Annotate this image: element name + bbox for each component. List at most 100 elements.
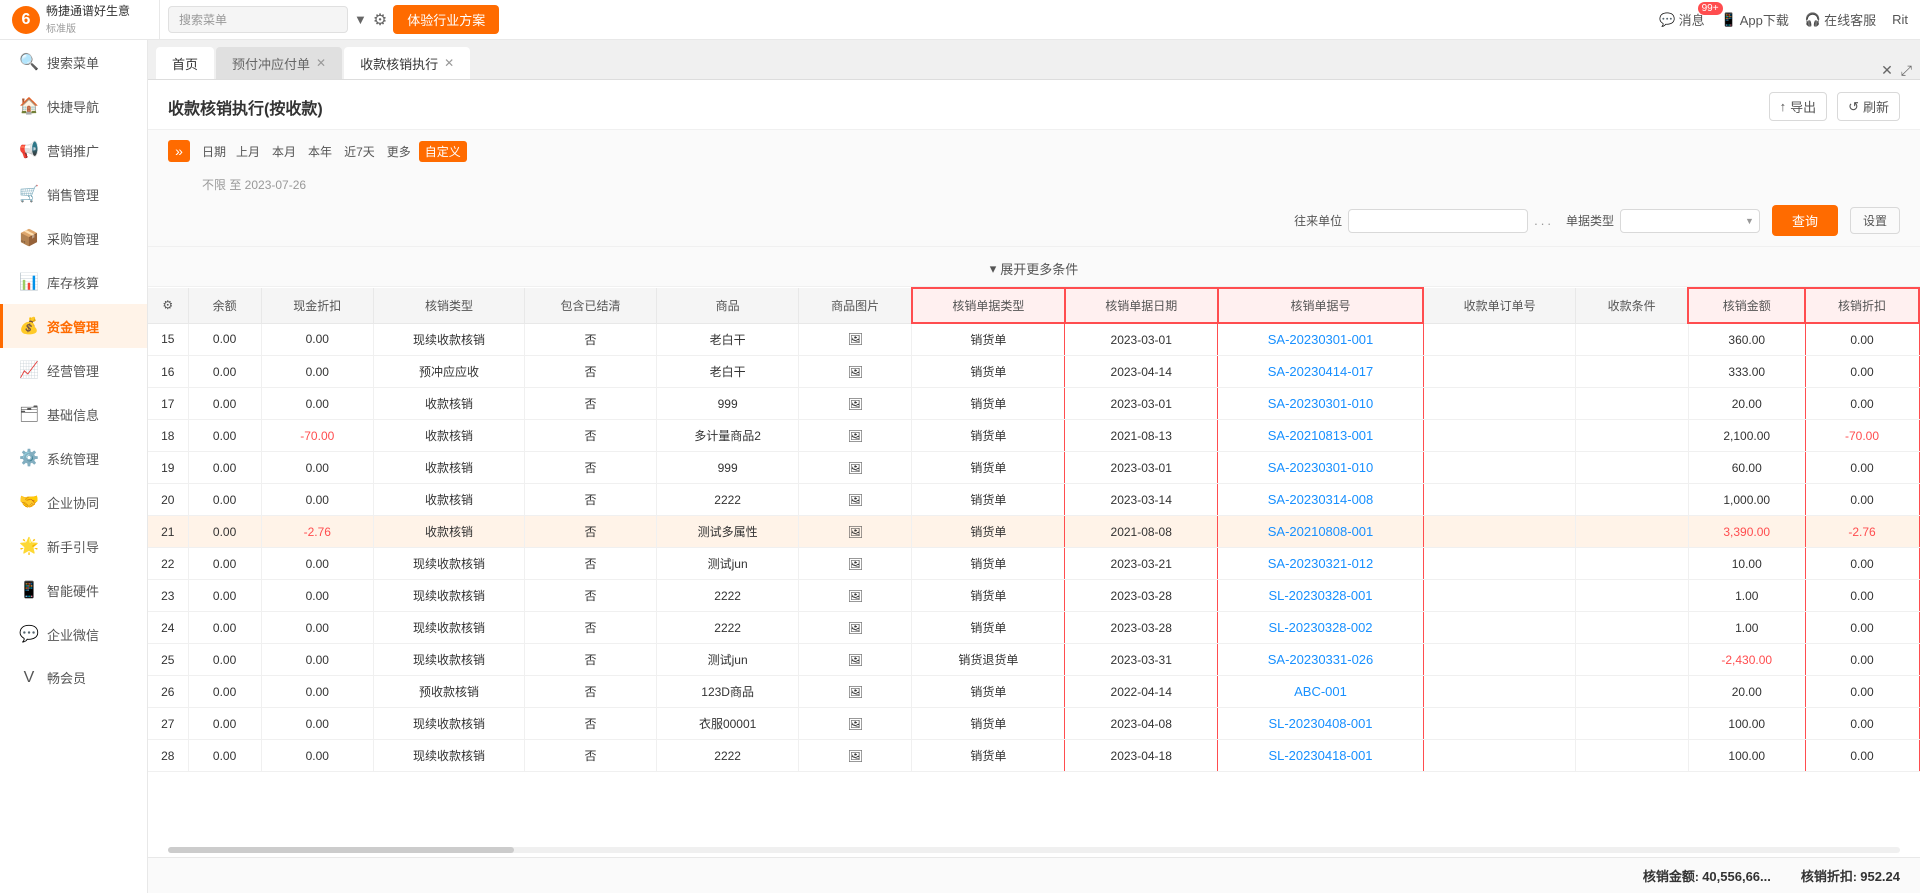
horizontal-scrollbar[interactable]: [168, 847, 1900, 853]
tab-verify[interactable]: 收款核销执行 ✕: [344, 47, 470, 79]
td-bill-no[interactable]: SA-20230301-010: [1218, 452, 1424, 484]
td-bill-no[interactable]: SA-20230321-012: [1218, 548, 1424, 580]
tab-bar: 首页 预付冲应付单 ✕ 收款核销执行 ✕ ✕ ⤢: [148, 40, 1920, 80]
td-balance: 0.00: [188, 708, 261, 740]
online-service-btn[interactable]: 🎧 在线客服: [1805, 10, 1876, 29]
dropdown-btn[interactable]: ▼: [354, 12, 367, 27]
sidebar-item-purchase[interactable]: 📦 采购管理: [0, 216, 147, 260]
td-bill-no[interactable]: SA-20230414-017: [1218, 356, 1424, 388]
total-discount: 核销折扣: 952.24: [1801, 866, 1900, 885]
td-condition: [1575, 356, 1688, 388]
message-btn[interactable]: 💬 消息 99+: [1659, 10, 1704, 29]
td-bill-type: 销货单: [912, 516, 1065, 548]
td-condition: [1575, 388, 1688, 420]
expand-more-btn[interactable]: ▾ 展开更多条件: [168, 255, 1900, 282]
sidebar-item-system[interactable]: ⚙️ 系统管理: [0, 436, 147, 480]
th-product: 商品: [656, 288, 799, 323]
tab-close-all-icon[interactable]: ✕: [1881, 62, 1893, 79]
app-download-btn[interactable]: 📱 App下载: [1721, 10, 1789, 29]
sidebar-item-hardware[interactable]: 📱 智能硬件: [0, 568, 147, 612]
sidebar-item-vip[interactable]: V 畅会员: [0, 656, 147, 699]
table-row: 180.00-70.00收款核销否多计量商品2🖼销货单2021-08-13SA-…: [148, 420, 1919, 452]
td-amount: 1,000.00: [1688, 484, 1805, 516]
date-this-month[interactable]: 本月: [268, 141, 300, 162]
search-icon: 🔍: [19, 52, 39, 72]
logo-icon: 6: [12, 6, 40, 34]
sidebar-item-enterprise[interactable]: 🤝 企业协同: [0, 480, 147, 524]
td-condition: [1575, 580, 1688, 612]
sidebar-item-guide[interactable]: 🏠 快捷导航: [0, 84, 147, 128]
td-bill-type: 销货退货单: [912, 644, 1065, 676]
date-7days[interactable]: 近7天: [340, 141, 379, 162]
top-search-input[interactable]: 搜索菜单: [168, 6, 348, 33]
settings-gear-btn[interactable]: ⚙: [373, 10, 387, 30]
table-row: 240.000.00现续收款核销否2222🖼销货单2023-03-28SL-20…: [148, 612, 1919, 644]
td-bill-no[interactable]: SL-20230328-002: [1218, 612, 1424, 644]
bill-type-select[interactable]: [1620, 209, 1760, 233]
page-header: 收款核销执行(按收款) ↑ 导出 ↺ 刷新: [148, 80, 1920, 130]
date-more[interactable]: 更多: [383, 141, 415, 162]
vip-icon: V: [19, 669, 39, 687]
td-product: 999: [656, 388, 799, 420]
td-discount: 0.00: [1805, 676, 1919, 708]
sidebar-item-basic[interactable]: 🗂 基础信息: [0, 392, 147, 436]
tab-prepay[interactable]: 预付冲应付单 ✕: [216, 47, 342, 79]
filter-expand-btn[interactable]: »: [168, 140, 190, 162]
export-btn[interactable]: ↑ 导出: [1769, 92, 1828, 121]
td-amount: 333.00: [1688, 356, 1805, 388]
sidebar-item-sales[interactable]: 🛒 销售管理: [0, 172, 147, 216]
partner-input[interactable]: [1348, 209, 1528, 233]
td-image: 🖼: [799, 452, 912, 484]
industry-btn[interactable]: 体验行业方案: [393, 5, 499, 34]
td-bill-no[interactable]: SA-20210808-001: [1218, 516, 1424, 548]
td-cash-discount: -70.00: [261, 420, 373, 452]
tab-expand-icon[interactable]: ⤢: [1901, 62, 1912, 79]
sidebar-item-search[interactable]: 🔍 搜索菜单: [0, 40, 147, 84]
refresh-btn[interactable]: ↺ 刷新: [1837, 92, 1900, 121]
query-btn[interactable]: 查询: [1772, 205, 1838, 236]
tab-prepay-close[interactable]: ✕: [316, 56, 326, 70]
table-body: 150.000.00现续收款核销否老白干🖼销货单2023-03-01SA-202…: [148, 323, 1919, 772]
td-balance: 0.00: [188, 420, 261, 452]
filter-settings-btn[interactable]: 设置: [1850, 207, 1900, 234]
date-this-year[interactable]: 本年: [304, 141, 336, 162]
scrollbar-area: [148, 843, 1920, 857]
td-bill-no[interactable]: SA-20230331-026: [1218, 644, 1424, 676]
sidebar-item-inventory[interactable]: 📊 库存核算: [0, 260, 147, 304]
purchase-icon: 📦: [19, 228, 39, 248]
td-product: 测试jun: [656, 644, 799, 676]
sidebar-item-capital[interactable]: 💰 资金管理: [0, 304, 147, 348]
td-bill-no[interactable]: SA-20230301-010: [1218, 388, 1424, 420]
td-bill-date: 2023-03-14: [1065, 484, 1218, 516]
td-bill-date: 2021-08-08: [1065, 516, 1218, 548]
td-discount: -70.00: [1805, 420, 1919, 452]
td-bill-no[interactable]: SL-20230408-001: [1218, 708, 1424, 740]
sales-icon: 🛒: [19, 184, 39, 204]
th-settings[interactable]: ⚙: [148, 288, 188, 323]
tab-home[interactable]: 首页: [156, 47, 214, 79]
td-bill-no[interactable]: SA-20210813-001: [1218, 420, 1424, 452]
sidebar-item-operation[interactable]: 📈 经营管理: [0, 348, 147, 392]
date-prev-month[interactable]: 上月: [232, 141, 264, 162]
sidebar-item-marketing[interactable]: 📢 营销推广: [0, 128, 147, 172]
td-product: 2222: [656, 612, 799, 644]
date-custom-btn[interactable]: 自定义: [419, 141, 467, 162]
td-bill-no[interactable]: SA-20230301-001: [1218, 323, 1424, 356]
bill-type-select-wrap: [1620, 209, 1760, 233]
td-bill-no[interactable]: SL-20230418-001: [1218, 740, 1424, 772]
td-order-no: [1423, 740, 1575, 772]
td-order-no: [1423, 356, 1575, 388]
partner-dots: ...: [1534, 213, 1554, 228]
sidebar-item-wechat[interactable]: 💬 企业微信: [0, 612, 147, 656]
logo-text: 畅捷通谱好生意 标准版: [46, 4, 130, 35]
sidebar-item-newbie[interactable]: 🌟 新手引导: [0, 524, 147, 568]
td-cash-discount: 0.00: [261, 452, 373, 484]
td-bill-no[interactable]: SL-20230328-001: [1218, 580, 1424, 612]
td-discount: 0.00: [1805, 548, 1919, 580]
tab-verify-close[interactable]: ✕: [444, 56, 454, 70]
td-bill-no[interactable]: SA-20230314-008: [1218, 484, 1424, 516]
table-wrap[interactable]: ⚙ 余额 现金折扣 核销类型 包含已结清 商品 商品图片 核销单据类型 核销单据…: [148, 287, 1920, 843]
td-discount: 0.00: [1805, 644, 1919, 676]
td-bill-no[interactable]: ABC-001: [1218, 676, 1424, 708]
td-included: 否: [525, 676, 657, 708]
